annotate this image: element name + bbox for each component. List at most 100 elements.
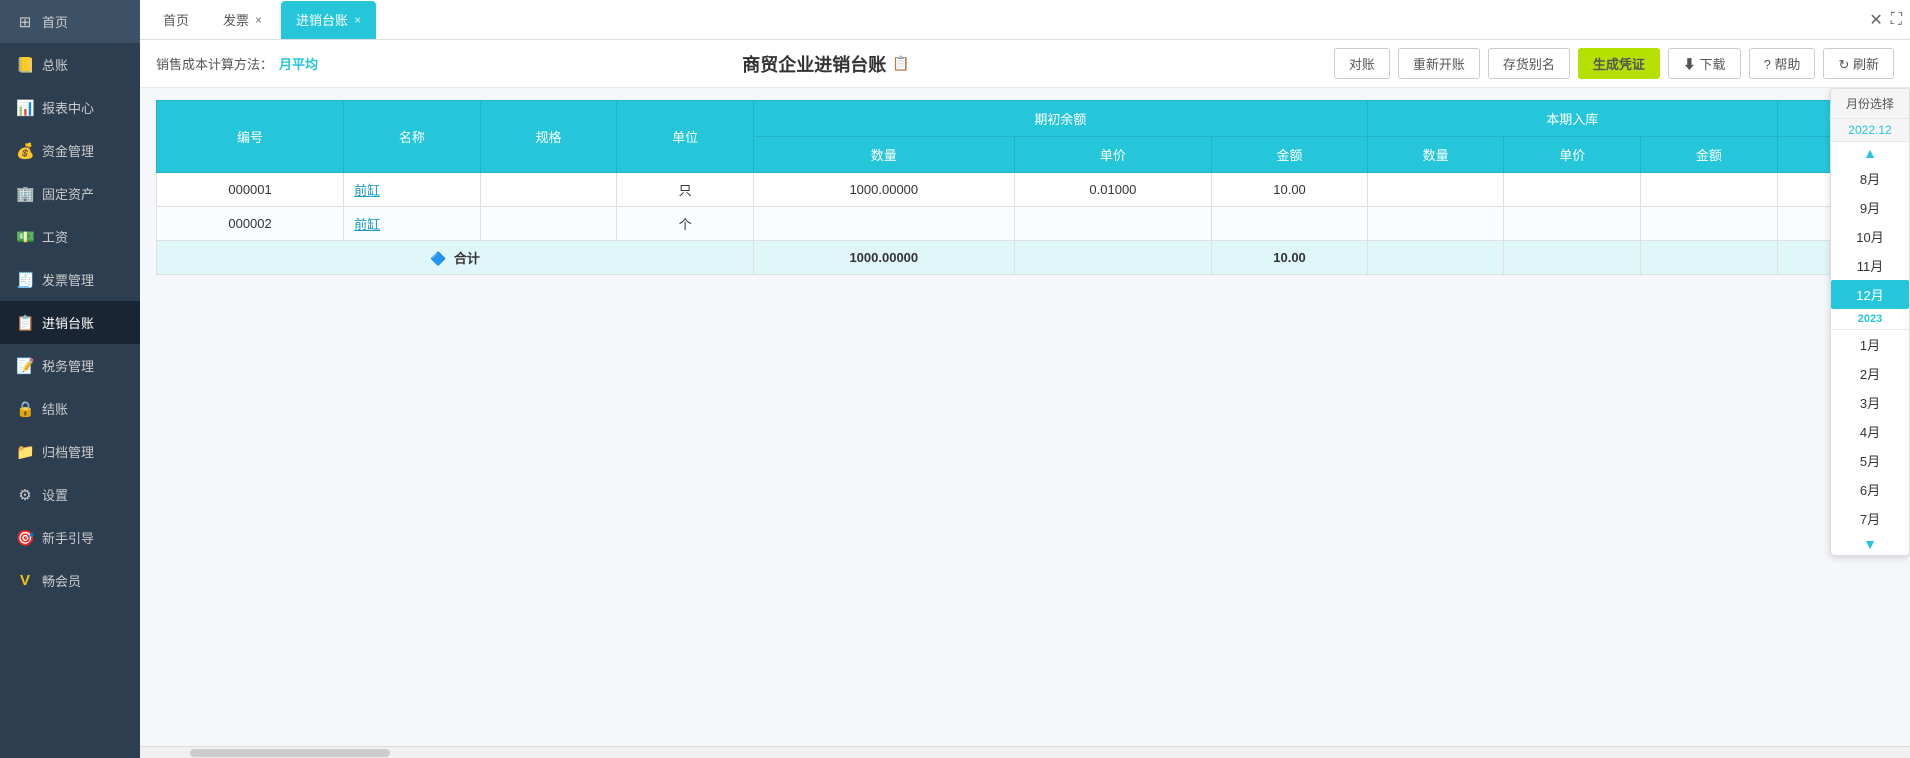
cell-code: 000002 [157, 207, 344, 241]
tab-invoice[interactable]: 发票 × [208, 1, 277, 39]
month-picker-panel: 月份选择 2022.12 ▲ 8月 9月 10月 11月 12月 2023 1月… [1830, 88, 1910, 556]
month-item-10[interactable]: 10月 [1831, 222, 1909, 251]
cell-in-qty [1367, 173, 1504, 207]
month-scroll-up[interactable]: ▲ [1831, 142, 1909, 164]
page-title-area: 商贸企业进销台账 📋 [742, 51, 909, 77]
sidebar-item-guide[interactable]: 🎯 新手引导 [0, 516, 140, 559]
tab-label: 进销台账 [296, 10, 348, 29]
sidebar-item-home[interactable]: ⊞ 首页 [0, 0, 140, 43]
cost-method-value: 月平均 [279, 54, 318, 73]
month-item-7[interactable]: 7月 [1831, 504, 1909, 533]
sidebar-item-label: 资金管理 [42, 141, 94, 160]
close-icon[interactable]: × [354, 13, 361, 27]
month-item-3[interactable]: 3月 [1831, 388, 1909, 417]
cell-opening-amount: 10.00 [1212, 173, 1368, 207]
help-button[interactable]: ? 帮助 [1749, 48, 1816, 79]
cell-in-qty [1367, 207, 1504, 241]
sidebar-item-label: 畅会员 [42, 571, 81, 590]
month-item-6[interactable]: 6月 [1831, 475, 1909, 504]
cell-name: 前缸 [344, 207, 481, 241]
cell-opening-qty: 1000.00000 [753, 173, 1014, 207]
cell-opening-price: 0.01000 [1014, 173, 1212, 207]
info-icon: 📋 [892, 55, 909, 72]
month-item-11[interactable]: 11月 [1831, 251, 1909, 280]
reopen-button[interactable]: 重新开账 [1398, 48, 1480, 79]
guide-icon: 🎯 [16, 529, 34, 547]
total-opening-price [1014, 241, 1212, 275]
month-item-1[interactable]: 1月 [1831, 330, 1909, 359]
sidebar-item-vip[interactable]: V 畅会员 [0, 559, 140, 602]
tab-home[interactable]: 首页 [148, 1, 204, 39]
sidebar-item-invoice-mgmt[interactable]: 🧾 发票管理 [0, 258, 140, 301]
tab-bar: 首页 发票 × 进销台账 × ✕ ⛶ [140, 0, 1910, 40]
page-title: 商贸企业进销台账 [742, 51, 886, 77]
sidebar-item-archive[interactable]: 📁 归档管理 [0, 430, 140, 473]
cost-method-info: 销售成本计算方法： 月平均 [156, 54, 318, 73]
col-opening-balance: 期初余额 [753, 101, 1367, 137]
total-opening-amount: 10.00 [1212, 241, 1368, 275]
year-2023-label: 2023 [1831, 309, 1909, 330]
refresh-button[interactable]: ↻ 刷新 [1823, 48, 1894, 79]
month-scroll-down[interactable]: ▼ [1831, 533, 1909, 555]
horizontal-scrollbar[interactable] [140, 746, 1910, 758]
window-close-icon[interactable]: ✕ [1869, 10, 1882, 30]
cell-opening-qty [753, 207, 1014, 241]
table-area: 编号 名称 规格 单位 期初余额 本期入库 数 数量 单价 金额 数量 单价 [140, 88, 1910, 746]
reports-icon: 📊 [16, 99, 34, 117]
tab-purchase-sales[interactable]: 进销台账 × [281, 1, 376, 39]
col-opening-qty: 数量 [753, 137, 1014, 173]
table-total-row: 🔷 合计 1000.00000 10.00 [157, 241, 1894, 275]
table-header-row-1: 编号 名称 规格 单位 期初余额 本期入库 数 [157, 101, 1894, 137]
save-alias-button[interactable]: 存货别名 [1488, 48, 1570, 79]
sidebar-item-ledger[interactable]: 📒 总账 [0, 43, 140, 86]
col-in-price: 单价 [1504, 137, 1641, 173]
sidebar-item-funds[interactable]: 💰 资金管理 [0, 129, 140, 172]
sidebar-item-tax[interactable]: 📝 税务管理 [0, 344, 140, 387]
month-item-12[interactable]: 12月 [1831, 280, 1909, 309]
reconcile-button[interactable]: 对账 [1334, 48, 1390, 79]
sidebar-item-purchase-sales[interactable]: 📋 进销台账 [0, 301, 140, 344]
month-item-4[interactable]: 4月 [1831, 417, 1909, 446]
col-in-qty: 数量 [1367, 137, 1504, 173]
total-in-qty [1367, 241, 1504, 275]
cell-opening-amount [1212, 207, 1368, 241]
download-button[interactable]: ⬇ 下载 [1668, 48, 1741, 79]
sidebar-item-closing[interactable]: 🔒 结账 [0, 387, 140, 430]
sidebar-item-label: 首页 [42, 12, 68, 31]
col-unit: 单位 [617, 101, 754, 173]
cell-in-amount [1641, 207, 1778, 241]
purchase-sales-table: 编号 名称 规格 单位 期初余额 本期入库 数 数量 单价 金额 数量 单价 [156, 100, 1894, 275]
salary-icon: 💵 [16, 228, 34, 246]
cell-code: 000001 [157, 173, 344, 207]
col-code: 编号 [157, 101, 344, 173]
col-opening-price: 单价 [1014, 137, 1212, 173]
sidebar-item-settings[interactable]: ⚙ 设置 [0, 473, 140, 516]
scrollbar-thumb[interactable] [190, 749, 390, 757]
purchase-sales-icon: 📋 [16, 314, 34, 332]
month-item-9[interactable]: 9月 [1831, 193, 1909, 222]
archive-icon: 📁 [16, 443, 34, 461]
window-expand-icon[interactable]: ⛶ [1891, 11, 1902, 29]
download-icon: ⬇ [1683, 57, 1696, 72]
sidebar-item-reports[interactable]: 📊 报表中心 [0, 86, 140, 129]
ledger-icon: 📒 [16, 56, 34, 74]
sidebar-item-salary[interactable]: 💵 工资 [0, 215, 140, 258]
tabs-container: 首页 发票 × 进销台账 × [148, 1, 376, 39]
cell-spec [480, 207, 617, 241]
sidebar-item-assets[interactable]: 🏢 固定资产 [0, 172, 140, 215]
col-opening-amount: 金额 [1212, 137, 1368, 173]
settings-icon: ⚙ [16, 486, 34, 504]
month-item-2[interactable]: 2月 [1831, 359, 1909, 388]
close-icon[interactable]: × [255, 13, 262, 27]
month-panel-year-2022: 2022.12 [1831, 119, 1909, 142]
cell-in-amount [1641, 173, 1778, 207]
home-icon: ⊞ [16, 13, 34, 31]
invoice-mgmt-icon: 🧾 [16, 271, 34, 289]
cost-method-label: 销售成本计算方法： [156, 54, 273, 73]
month-item-8[interactable]: 8月 [1831, 164, 1909, 193]
generate-voucher-button[interactable]: 生成凭证 [1578, 48, 1660, 79]
month-item-5[interactable]: 5月 [1831, 446, 1909, 475]
sidebar-item-label: 发票管理 [42, 270, 94, 289]
cell-spec [480, 173, 617, 207]
sidebar-item-label: 归档管理 [42, 442, 94, 461]
